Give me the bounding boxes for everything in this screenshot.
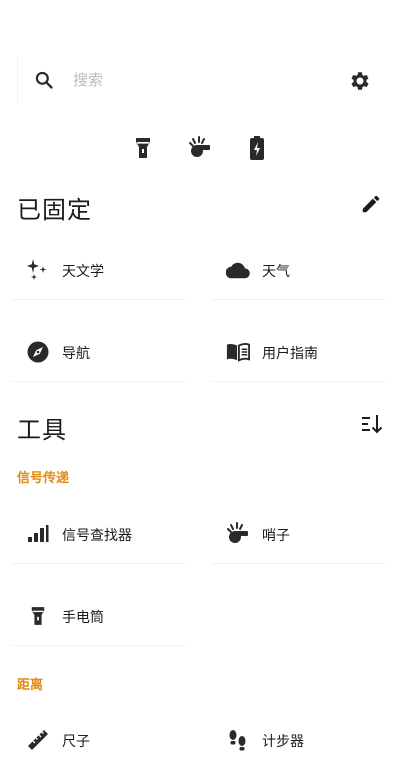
battery-charging-quick-icon[interactable]: [250, 136, 264, 164]
flashlight-icon: [26, 604, 50, 628]
divider: [12, 645, 186, 646]
whistle-quick-icon[interactable]: [188, 136, 212, 164]
divider: [212, 563, 386, 564]
gear-icon[interactable]: [348, 69, 372, 97]
ruler-icon: [26, 728, 50, 752]
book-icon: [226, 340, 250, 364]
tile-pedometer[interactable]: 计步器: [212, 710, 386, 770]
tile-flashlight[interactable]: 手电筒: [12, 586, 186, 646]
search-input[interactable]: 搜索: [73, 69, 103, 90]
search-icon[interactable]: [34, 70, 54, 94]
tile-label: 天气: [262, 264, 290, 280]
pinned-title: 已固定: [17, 196, 92, 224]
search-bar[interactable]: 搜索: [17, 56, 384, 104]
divider: [212, 381, 386, 382]
whistle-icon: [226, 522, 250, 546]
tile-label: 用户指南: [262, 346, 318, 362]
divider: [12, 381, 186, 382]
signal-bars-icon: [26, 522, 50, 546]
compass-icon: [26, 340, 50, 364]
sparkle-icon: [26, 258, 50, 282]
tile-navigation[interactable]: 导航: [12, 322, 186, 382]
tile-whistle[interactable]: 哨子: [212, 504, 386, 564]
tile-astronomy[interactable]: 天文学: [12, 240, 186, 300]
edit-pencil-icon[interactable]: [360, 193, 382, 219]
tile-weather[interactable]: 天气: [212, 240, 386, 300]
divider: [12, 299, 186, 300]
group-title-signaling: 信号传递: [17, 471, 70, 486]
tile-ruler[interactable]: 尺子: [12, 710, 186, 770]
tile-label: 哨子: [262, 528, 290, 544]
divider: [212, 299, 386, 300]
tile-label: 计步器: [262, 734, 304, 750]
tile-signal-finder[interactable]: 信号查找器: [12, 504, 186, 564]
cloud-icon: [226, 258, 250, 282]
tile-label: 导航: [62, 346, 90, 362]
divider: [12, 563, 186, 564]
tools-title: 工具: [17, 416, 67, 444]
tile-label: 天文学: [62, 264, 104, 280]
flashlight-quick-icon[interactable]: [134, 136, 152, 164]
tile-user-guide[interactable]: 用户指南: [212, 322, 386, 382]
sort-icon[interactable]: [360, 413, 384, 439]
group-title-distance: 距离: [17, 678, 44, 693]
footsteps-icon: [226, 728, 250, 752]
tile-label: 手电筒: [62, 610, 104, 626]
tile-label: 信号查找器: [62, 528, 132, 544]
tile-label: 尺子: [62, 734, 90, 750]
